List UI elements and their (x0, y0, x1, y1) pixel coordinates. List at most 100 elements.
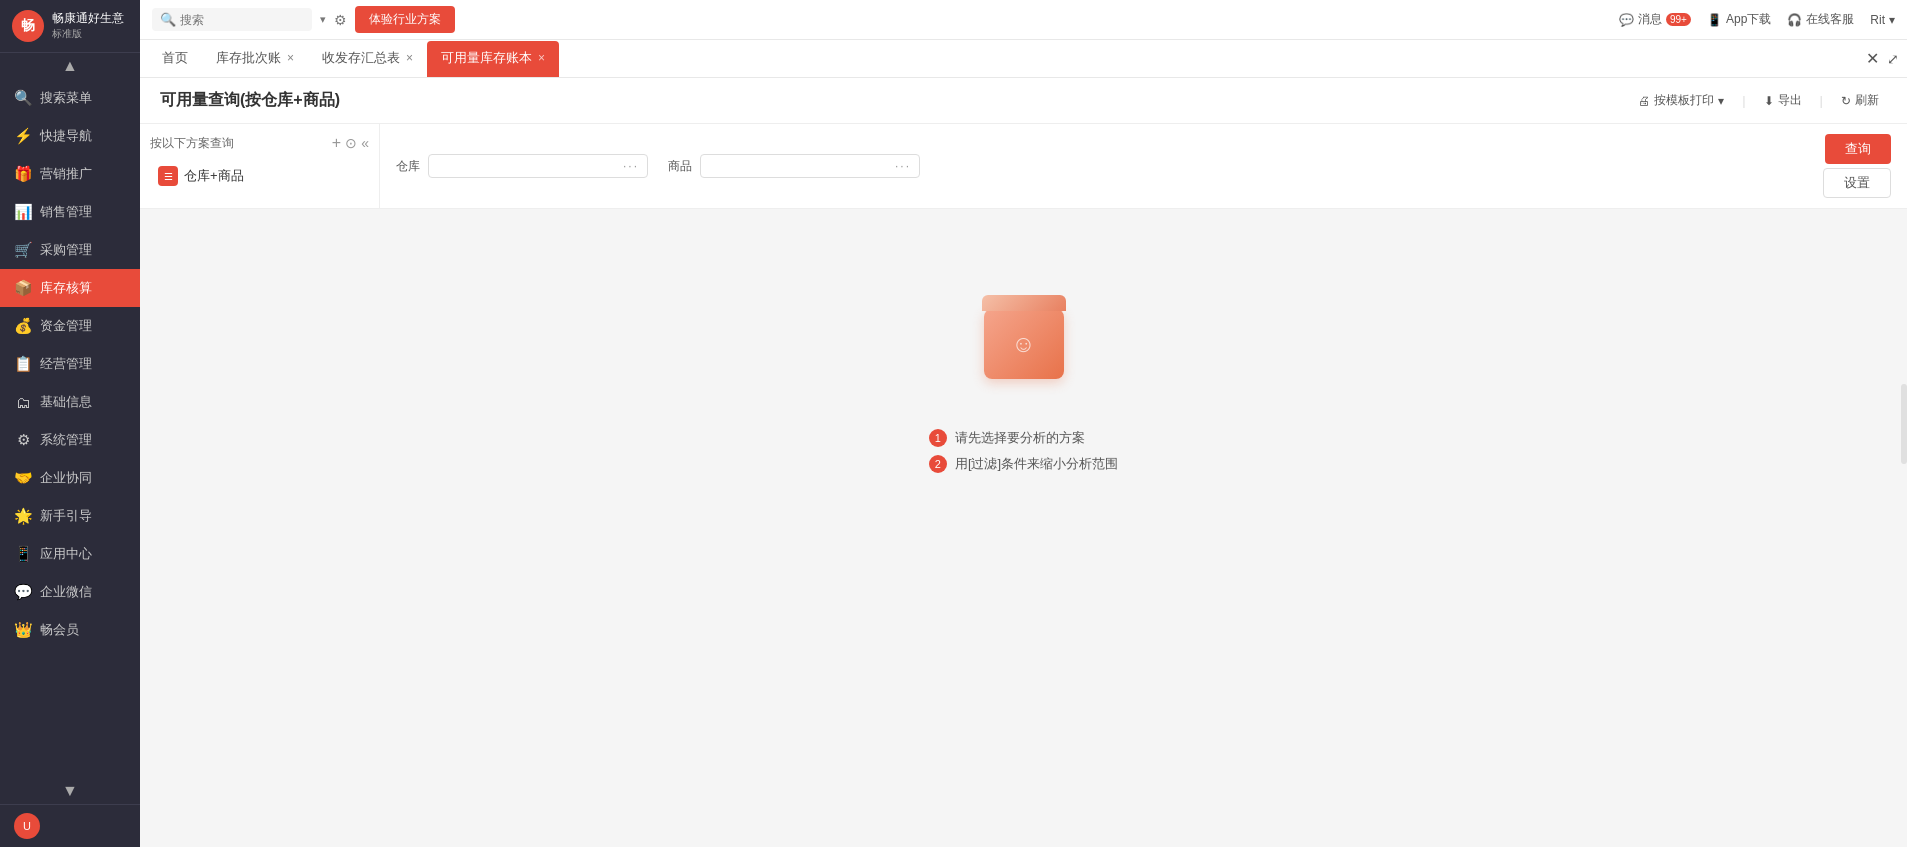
print-dropdown-icon: ▾ (1718, 94, 1724, 108)
tab-batch-account-close[interactable]: × (287, 51, 294, 65)
message-label: 消息 (1638, 11, 1662, 28)
empty-tip-1: 1 请先选择要分析的方案 (929, 429, 1118, 447)
empty-illustration (964, 289, 1084, 409)
tab-receive-summary-close[interactable]: × (406, 51, 413, 65)
tip-text-2: 用[过滤]条件来缩小分析范围 (955, 455, 1118, 473)
page-title: 可用量查询(按仓库+商品) (160, 90, 340, 111)
scheme-warehouse-goods-icon: ☰ (158, 166, 178, 186)
tip-text-1: 请先选择要分析的方案 (955, 429, 1085, 447)
sidebar-scroll-down[interactable]: ▼ (0, 778, 140, 804)
query-settings-button[interactable]: 设置 (1823, 168, 1891, 198)
user-name: Rit (1870, 13, 1885, 27)
search-input[interactable] (180, 13, 280, 27)
export-button[interactable]: ⬇ 导出 (1756, 88, 1810, 113)
sidebar-item-wechat[interactable]: 💬 企业微信 (0, 573, 140, 611)
enterprise-icon: 🤝 (14, 469, 32, 487)
app-download-item[interactable]: 📱 App下载 (1707, 11, 1771, 28)
sidebar-item-search[interactable]: 🔍 搜索菜单 (0, 79, 140, 117)
add-scheme-icon[interactable]: + (332, 134, 341, 152)
sidebar-item-label-wechat: 企业微信 (40, 583, 92, 601)
tab-receive-summary[interactable]: 收发存汇总表 × (308, 41, 427, 77)
query-button[interactable]: 查询 (1825, 134, 1891, 164)
sidebar-item-enterprise[interactable]: 🤝 企业协同 (0, 459, 140, 497)
sidebar-item-shortcut[interactable]: ⚡ 快捷导航 (0, 117, 140, 155)
inventory-icon: 📦 (14, 279, 32, 297)
goods-field-group: 商品 ··· (668, 154, 920, 178)
tab-available-stock[interactable]: 可用量库存账本 × (427, 41, 559, 77)
logo-badge: 标准版 (52, 27, 124, 41)
empty-state-area: 1 请先选择要分析的方案 2 用[过滤]条件来缩小分析范围 (140, 209, 1907, 553)
member-icon: 👑 (14, 621, 32, 639)
page-content: 可用量查询(按仓库+商品) 🖨 按模板打印 ▾ | ⬇ 导出 | ↻ 刷新 (140, 78, 1907, 847)
sidebar-item-basic[interactable]: 🗂 基础信息 (0, 383, 140, 421)
query-sidebar-title: 按以下方案查询 (150, 135, 234, 152)
tabs-close-button[interactable]: ✕ (1866, 49, 1879, 68)
sidebar-item-finance[interactable]: 💰 资金管理 (0, 307, 140, 345)
message-icon: 💬 (1619, 13, 1634, 27)
export-icon: ⬇ (1764, 94, 1774, 108)
sidebar-item-marketing[interactable]: 🎁 营销推广 (0, 155, 140, 193)
print-button[interactable]: 🖨 按模板打印 ▾ (1630, 88, 1732, 113)
wechat-icon: 💬 (14, 583, 32, 601)
app-download-label: App下载 (1726, 11, 1771, 28)
tab-available-stock-close[interactable]: × (538, 51, 545, 65)
sidebar-nav: 🔍 搜索菜单 ⚡ 快捷导航 🎁 营销推广 📊 销售管理 🛒 采购管理 📦 库存核… (0, 79, 140, 778)
topbar-dropdown[interactable]: ▾ (320, 13, 326, 26)
sidebar-item-label-inventory: 库存核算 (40, 279, 92, 297)
sidebar-item-purchase[interactable]: 🛒 采购管理 (0, 231, 140, 269)
tab-home[interactable]: 首页 (148, 41, 202, 77)
print-label: 按模板打印 (1654, 92, 1714, 109)
headset-icon: 🎧 (1787, 13, 1802, 27)
sidebar-item-newcomer[interactable]: 🌟 新手引导 (0, 497, 140, 535)
topbar-search-box[interactable]: 🔍 (152, 8, 312, 31)
tip-num-2: 2 (929, 455, 947, 473)
sidebar-item-inventory[interactable]: 📦 库存核算 (0, 269, 140, 307)
home-label: 首页 (162, 49, 188, 67)
scheme-warehouse-goods[interactable]: ☰ 仓库+商品 (150, 160, 369, 192)
scheme-warehouse-goods-label: 仓库+商品 (184, 167, 244, 185)
page-header: 可用量查询(按仓库+商品) 🖨 按模板打印 ▾ | ⬇ 导出 | ↻ 刷新 (140, 78, 1907, 124)
refresh-button[interactable]: ↻ 刷新 (1833, 88, 1887, 113)
sidebar-scroll-up[interactable]: ▲ (0, 53, 140, 79)
sidebar-user[interactable]: U (0, 804, 140, 847)
marketing-icon: 🎁 (14, 165, 32, 183)
tab-batch-account[interactable]: 库存批次账 × (202, 41, 308, 77)
goods-input[interactable]: ··· (700, 154, 920, 178)
warehouse-input[interactable]: ··· (428, 154, 648, 178)
message-item[interactable]: 💬 消息 99+ (1619, 11, 1691, 28)
tabs-expand-button[interactable]: ⤢ (1887, 51, 1899, 67)
scrollbar-hint (1901, 384, 1907, 464)
sidebar-item-sales[interactable]: 📊 销售管理 (0, 193, 140, 231)
sidebar-item-label-sales: 销售管理 (40, 203, 92, 221)
sidebar-item-system[interactable]: ⚙ 系统管理 (0, 421, 140, 459)
online-support-item[interactable]: 🎧 在线客服 (1787, 11, 1854, 28)
app-icon: 📱 (14, 545, 32, 563)
gear-icon[interactable]: ⚙ (334, 12, 347, 28)
page-header-actions: 🖨 按模板打印 ▾ | ⬇ 导出 | ↻ 刷新 (1630, 88, 1887, 113)
finance-icon: 💰 (14, 317, 32, 335)
warehouse-dots: ··· (623, 159, 639, 173)
sidebar-item-operation[interactable]: 📋 经营管理 (0, 345, 140, 383)
sidebar-item-member[interactable]: 👑 畅会员 (0, 611, 140, 649)
search-icon: 🔍 (14, 89, 32, 107)
collapse-icon[interactable]: « (361, 135, 369, 151)
available-stock-label: 可用量库存账本 (441, 49, 532, 67)
sidebar-item-label-shortcut: 快捷导航 (40, 127, 92, 145)
user-avatar: U (14, 813, 40, 839)
user-name-item[interactable]: Rit ▾ (1870, 13, 1895, 27)
goods-label: 商品 (668, 158, 692, 175)
empty-tip-2: 2 用[过滤]条件来缩小分析范围 (929, 455, 1118, 473)
sidebar-item-label-marketing: 营销推广 (40, 165, 92, 183)
sidebar-item-app[interactable]: 📱 应用中心 (0, 535, 140, 573)
action-separator-2: | (1820, 93, 1823, 108)
online-support-label: 在线客服 (1806, 11, 1854, 28)
sidebar-item-label-newcomer: 新手引导 (40, 507, 92, 525)
industry-solution-button[interactable]: 体验行业方案 (355, 6, 455, 33)
shortcut-icon: ⚡ (14, 127, 32, 145)
logo-name: 畅康通好生意 (52, 11, 124, 27)
sales-icon: 📊 (14, 203, 32, 221)
sidebar-item-label-system: 系统管理 (40, 431, 92, 449)
query-sidebar-actions: + ⊙ « (332, 134, 369, 152)
scheme-settings-icon[interactable]: ⊙ (345, 135, 357, 151)
warehouse-label: 仓库 (396, 158, 420, 175)
